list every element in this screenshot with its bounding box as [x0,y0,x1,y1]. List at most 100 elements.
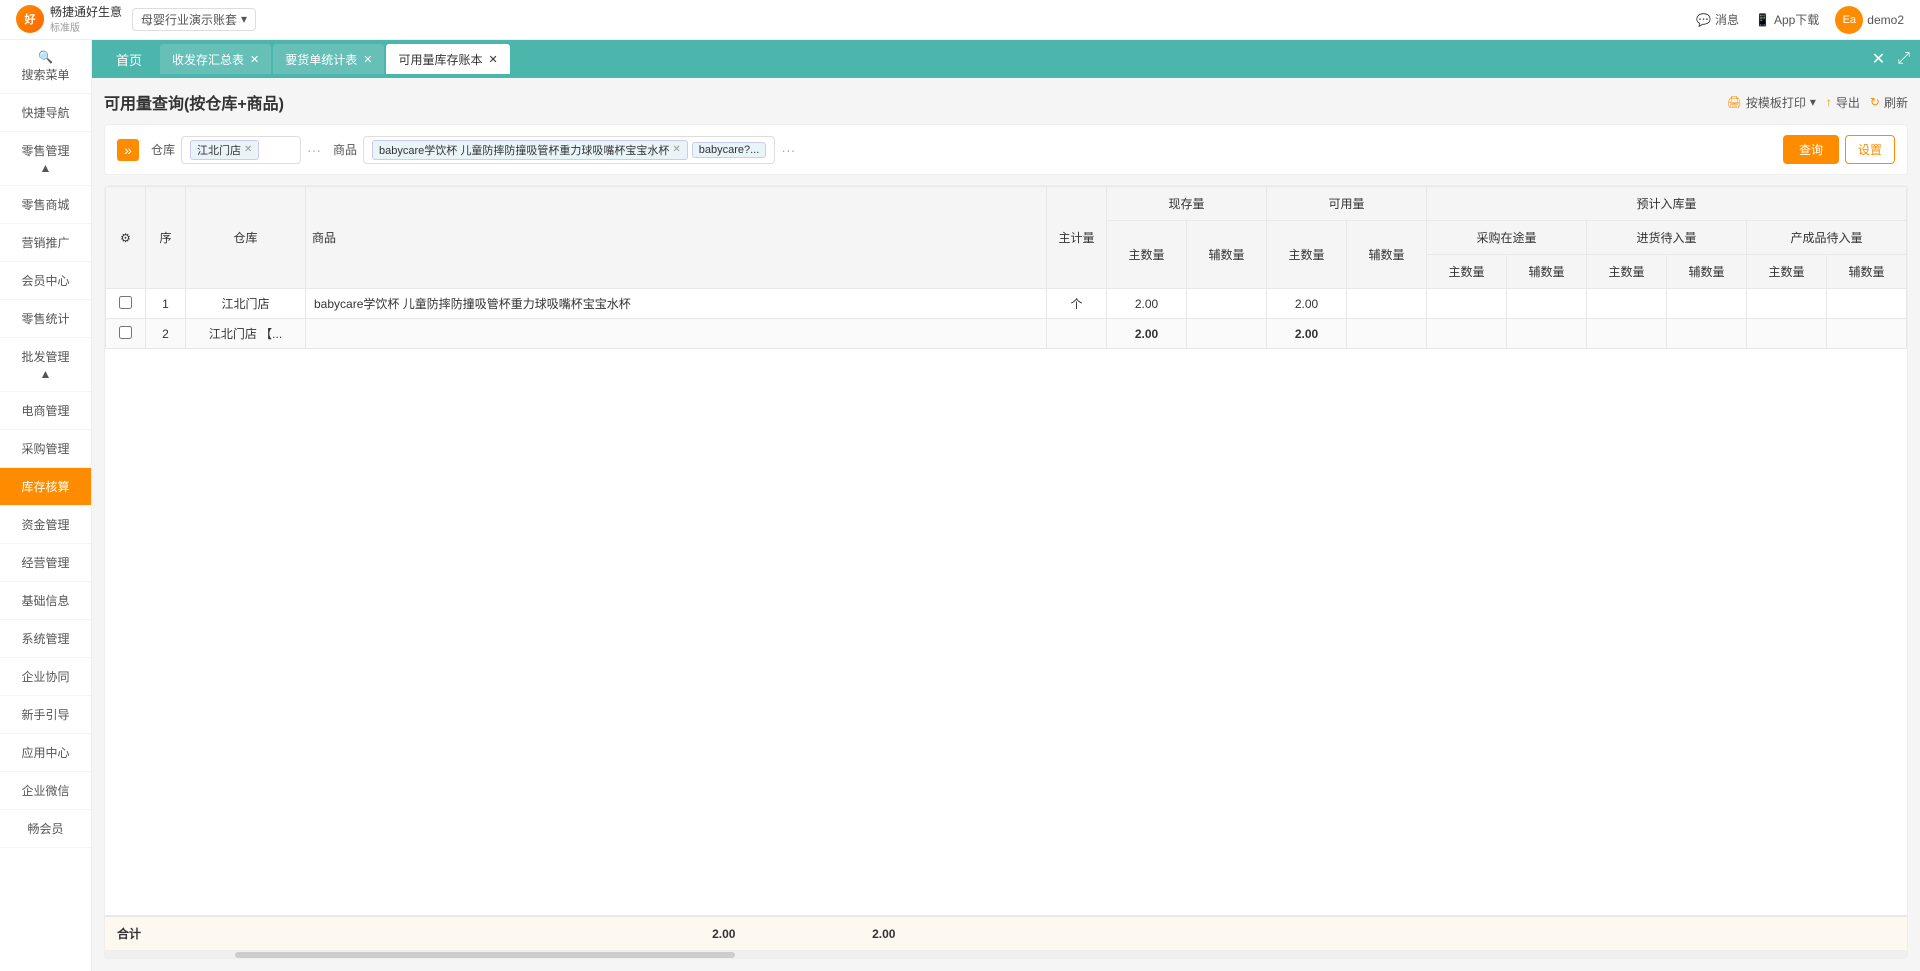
tab-receivable-summary[interactable]: 收发存汇总表 ✕ [160,44,271,74]
user-profile[interactable]: Ea demo2 [1835,6,1904,34]
print-btn[interactable]: 🖨 按模板打印 ▾ [1727,94,1816,111]
message-btn[interactable]: 💬 消息 [1696,11,1739,28]
row-inbound-main [1587,289,1667,319]
sidebar-item-new-guide[interactable]: 新手引导 [0,696,91,734]
settings-button[interactable]: 设置 [1845,135,1895,164]
row-checkbox[interactable] [106,319,146,349]
product-tag-babycare2: babycare?... [692,142,767,158]
filter-bar: » 仓库 江北门店 ✕ ··· 商品 babycare学饮 [104,124,1908,175]
tab-maximize-icon[interactable]: ⤢ [1895,48,1912,70]
tab-close-icon[interactable]: ✕ [250,53,259,66]
sidebar-item-inventory[interactable]: 库存核算 [0,468,91,506]
tag-remove-icon[interactable]: ✕ [244,144,252,155]
th-available-group: 可用量 [1267,187,1427,221]
row-unit: 个 [1047,289,1107,319]
chevron-down-icon: ▾ [241,12,247,26]
tab-label: 可用量库存账本 [398,51,482,68]
sidebar-item-label: 企业微信 [21,782,69,799]
username-label: demo2 [1867,13,1904,27]
table-wrapper[interactable]: ⚙ 序 仓库 商品 主计量 现存量 可用量 预计入库量 [105,186,1907,915]
tab-bar: 首页 收发存汇总表 ✕ 要货单统计表 ✕ 可用量库存账本 ✕ ✕ ⤢ [92,40,1920,78]
logo-area: 好 畅捷通好生意 标准版 [16,5,122,34]
sidebar-item-operations-mgmt[interactable]: 经营管理 [0,544,91,582]
row-inbound-aux [1667,319,1747,349]
sidebar-search[interactable]: 🔍 搜索菜单 [0,40,91,94]
sidebar-item-label: 企业协同 [21,668,69,685]
tab-close-icon[interactable]: ✕ [363,53,372,66]
avatar-text: Ea [1843,14,1856,26]
sidebar-quick-nav[interactable]: 快捷导航 [0,94,91,132]
product-filter-label: 商品 [333,141,357,158]
export-btn[interactable]: ↑ 导出 [1826,94,1860,111]
row-purchase-main [1427,289,1507,319]
sidebar-item-basic-info[interactable]: 基础信息 [0,582,91,620]
tab-close-icon[interactable]: ✕ [489,53,498,66]
table-row: 2 江北门店 【... 2.00 2.00 [106,319,1907,349]
main-layout: 🔍 搜索菜单 快捷导航 零售管理 ▲ 零售商城 营销推广 会员中心 零售统计 批… [0,40,1920,971]
row-current-main: 2.00 [1107,289,1187,319]
logo-text-block: 畅捷通好生意 标准版 [50,5,122,34]
sidebar-item-enterprise-collab[interactable]: 企业协同 [0,658,91,696]
tag-remove-icon[interactable]: ✕ [672,144,680,155]
tab-available-inventory[interactable]: 可用量库存账本 ✕ [386,44,509,74]
tab-label: 要货单统计表 [285,51,357,68]
gear-icon[interactable]: ⚙ [120,231,131,245]
sidebar-item-label: 营销推广 [21,234,69,251]
sidebar-item-wholesale-mgmt[interactable]: 批发管理 ▲ [0,338,91,392]
th-finished-aux: 辅数量 [1827,255,1907,289]
print-label: 按模板打印 [1746,94,1806,111]
sidebar-item-retail-mall[interactable]: 零售商城 [0,186,91,224]
sidebar-item-purchase-mgmt[interactable]: 采购管理 [0,430,91,468]
data-table: ⚙ 序 仓库 商品 主计量 现存量 可用量 预计入库量 [105,186,1907,349]
scroll-thumb[interactable] [235,952,735,958]
th-avail-aux: 辅数量 [1347,221,1427,289]
th-current-main: 主数量 [1107,221,1187,289]
sidebar-item-finance-mgmt[interactable]: 资金管理 [0,506,91,544]
logo-icon: 好 [16,5,44,33]
sidebar-item-ecommerce-mgmt[interactable]: 电商管理 [0,392,91,430]
page-actions: 🖨 按模板打印 ▾ ↑ 导出 ↻ 刷新 [1727,94,1908,111]
th-current-aux: 辅数量 [1187,221,1267,289]
sidebar-item-member-center[interactable]: 会员中心 [0,262,91,300]
sidebar-item-marketing[interactable]: 营销推广 [0,224,91,262]
warehouse-tags-input[interactable]: 江北门店 ✕ [181,136,301,164]
th-inbound-main: 主数量 [1587,255,1667,289]
sidebar-item-label: 系统管理 [21,630,69,647]
product-tags-input[interactable]: babycare学饮杯 儿童防摔防撞吸管杯重力球吸嘴杯宝宝水杯 ✕ babyca… [363,136,775,164]
table-footer: 合计 2.00 2.00 [105,915,1907,950]
tab-home[interactable]: 首页 [100,44,158,74]
tab-close-window-icon[interactable]: ✕ [1870,47,1887,71]
th-planned-inbound-group: 预计入库量 [1427,187,1907,221]
tag-text: babycare?... [699,144,760,156]
tab-requisition-stats[interactable]: 要货单统计表 ✕ [273,44,384,74]
app-download-btn[interactable]: 📱 App下载 [1755,11,1819,28]
query-button[interactable]: 查询 [1783,135,1839,164]
tenant-selector[interactable]: 母婴行业演示账套 ▾ [132,8,256,31]
sidebar-item-retail-mgmt[interactable]: 零售管理 ▲ [0,132,91,186]
sidebar-item-enterprise-wechat[interactable]: 企业微信 [0,772,91,810]
sidebar-search-label: 搜索菜单 [21,66,69,83]
sidebar-item-retail-stats[interactable]: 零售统计 [0,300,91,338]
mobile-icon: 📱 [1755,13,1770,27]
refresh-btn[interactable]: ↻ 刷新 [1870,94,1908,111]
warehouse-ellipsis-btn[interactable]: ··· [307,142,321,158]
product-filter: 商品 babycare学饮杯 儿童防摔防撞吸管杯重力球吸嘴杯宝宝水杯 ✕ bab… [333,136,795,164]
th-seq: 序 [146,187,186,289]
row-inbound-main [1587,319,1667,349]
table-row: 1 江北门店 babycare学饮杯 儿童防摔防撞吸管杯重力球吸嘴杯宝宝水杯 个… [106,289,1907,319]
horizontal-scrollbar[interactable] [105,950,1907,958]
sidebar-item-system-mgmt[interactable]: 系统管理 [0,620,91,658]
row-seq: 2 [146,319,186,349]
page-header: 可用量查询(按仓库+商品) 🖨 按模板打印 ▾ ↑ 导出 ↻ 刷新 [104,90,1908,114]
expand-arrow-icon: ▲ [40,161,52,175]
sidebar-item-app-center[interactable]: 应用中心 [0,734,91,772]
row-checkbox[interactable] [106,289,146,319]
product-tag-babycare: babycare学饮杯 儿童防摔防撞吸管杯重力球吸嘴杯宝宝水杯 ✕ [372,140,688,160]
expand-filter-btn[interactable]: » [117,139,139,161]
product-ellipsis-btn[interactable]: ··· [781,142,795,158]
sidebar-item-label: 电商管理 [21,402,69,419]
sidebar-quicknav-label: 快捷导航 [21,104,69,121]
th-inbound-aux: 辅数量 [1667,255,1747,289]
sidebar-item-chang-member[interactable]: 畅会员 [0,810,91,848]
row-inbound-aux [1667,289,1747,319]
